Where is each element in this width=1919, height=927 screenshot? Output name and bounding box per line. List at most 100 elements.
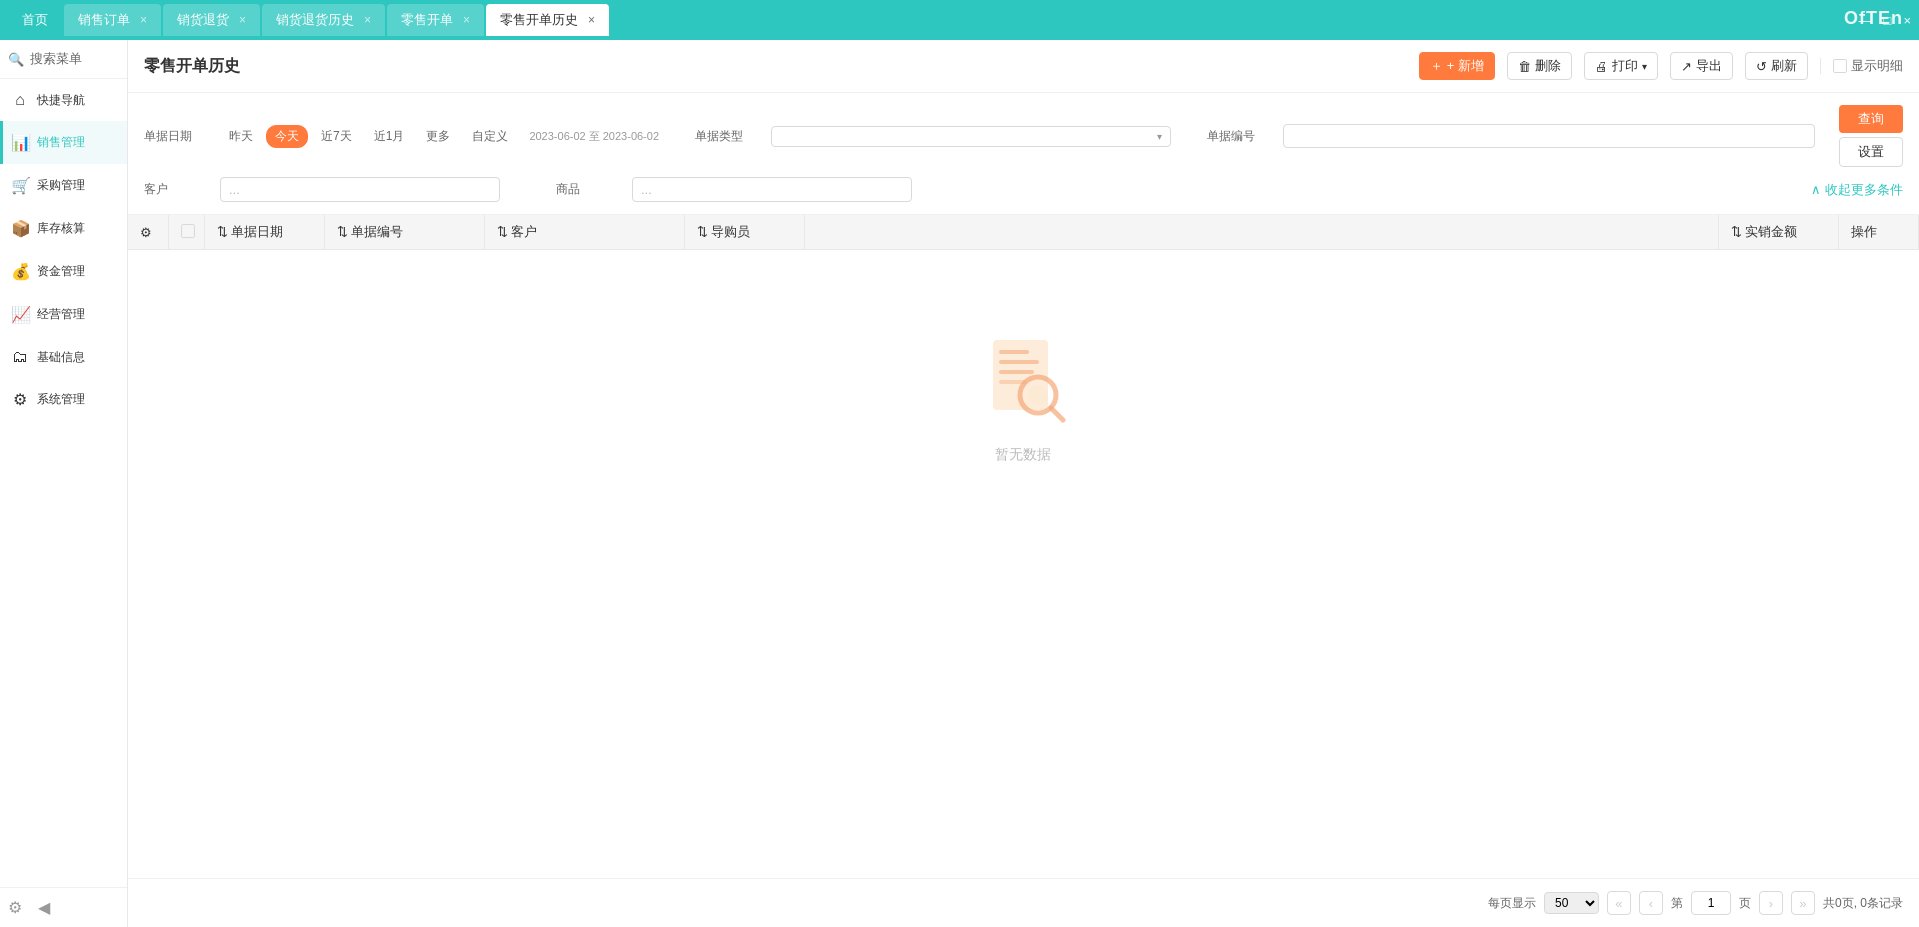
goods-label: 商品 [556, 181, 616, 198]
close-btn[interactable]: × [1903, 13, 1911, 28]
date-btn-custom[interactable]: 自定义 [463, 125, 517, 148]
tab-sales-return-label: 销货退货 [177, 11, 229, 29]
add-button[interactable]: ＋ + 新增 [1419, 52, 1495, 80]
table-header: ⚙ ⇅ 单据日期 ⇅ 单据编号 [128, 215, 1919, 250]
next-page-btn[interactable]: › [1759, 891, 1783, 915]
svg-rect-3 [999, 370, 1034, 374]
sidebar-item-quick-nav[interactable]: ⌂ 快捷导航 [0, 79, 127, 121]
export-icon: ↗ [1681, 59, 1692, 74]
collapse-icon: ∧ [1811, 182, 1821, 197]
page-title: 零售开单历史 [144, 56, 240, 77]
tab-sales-order-close[interactable]: × [140, 13, 147, 27]
data-table: ⚙ ⇅ 单据日期 ⇅ 单据编号 [128, 215, 1919, 544]
col-num-label: 单据编号 [351, 224, 403, 239]
date-btn-1month[interactable]: 近1月 [365, 125, 414, 148]
sidebar-item-purchase-mgmt[interactable]: 🛒 采购管理 [0, 164, 127, 207]
empty-state-icon [973, 330, 1073, 430]
col-customer-label: 客户 [511, 224, 537, 239]
sidebar-settings-icon[interactable]: ⚙ [8, 898, 22, 917]
tab-retail-open[interactable]: 零售开单 × [387, 4, 484, 36]
sidebar-item-operation-mgmt[interactable]: 📈 经营管理 [0, 293, 127, 336]
tab-sales-return-history-close[interactable]: × [364, 13, 371, 27]
sales-mgmt-icon: 📊 [11, 133, 29, 152]
tab-sales-return[interactable]: 销货退货 × [163, 4, 260, 36]
sidebar-item-basic-info-label: 基础信息 [37, 349, 85, 366]
goods-select[interactable]: ... [632, 177, 912, 202]
date-btn-today[interactable]: 今天 [266, 125, 308, 148]
refresh-button[interactable]: ↺ 刷新 [1745, 52, 1808, 80]
tab-retail-open-close[interactable]: × [463, 13, 470, 27]
display-detail-checkbox[interactable] [1833, 59, 1847, 73]
sort-icon-date[interactable]: ⇅ [217, 224, 228, 239]
export-button[interactable]: ↗ 导出 [1670, 52, 1733, 80]
export-label: 导出 [1696, 57, 1722, 75]
refresh-icon: ↺ [1756, 59, 1767, 74]
last-page-btn[interactable]: » [1791, 891, 1815, 915]
collapse-btn[interactable]: ∧ 收起更多条件 [1811, 181, 1903, 199]
sort-icon-amount[interactable]: ⇅ [1731, 224, 1742, 239]
delete-label: 删除 [1535, 57, 1561, 75]
prev-page-icon: ‹ [1649, 896, 1653, 911]
sort-icon-num[interactable]: ⇅ [337, 224, 348, 239]
print-button[interactable]: 🖨 打印 ▾ [1584, 52, 1658, 80]
tab-sales-order-label: 销售订单 [78, 11, 130, 29]
query-button[interactable]: 查询 [1839, 105, 1903, 133]
delete-button[interactable]: 🗑 删除 [1507, 52, 1572, 80]
tab-sales-return-history-label: 销货退货历史 [276, 11, 354, 29]
sidebar-search-label: 搜索菜单 [30, 50, 82, 68]
sidebar-item-finance-mgmt[interactable]: 💰 资金管理 [0, 250, 127, 293]
sort-icon-guide[interactable]: ⇅ [697, 224, 708, 239]
date-btn-more[interactable]: 更多 [417, 125, 459, 148]
sidebar-search[interactable]: 🔍 搜索菜单 [0, 40, 127, 79]
quick-nav-icon: ⌂ [11, 91, 29, 109]
prev-page-btn[interactable]: ‹ [1639, 891, 1663, 915]
select-all-checkbox[interactable] [181, 224, 195, 238]
first-page-btn[interactable]: « [1607, 891, 1631, 915]
sort-icon-customer[interactable]: ⇅ [497, 224, 508, 239]
add-label: + 新增 [1447, 57, 1484, 75]
empty-text: 暂无数据 [995, 446, 1051, 464]
sidebar-item-basic-info[interactable]: 🗂 基础信息 [0, 336, 127, 378]
print-icon: 🖨 [1595, 59, 1608, 74]
col-checkbox[interactable] [168, 215, 204, 250]
sidebar-item-quick-nav-label: 快捷导航 [37, 92, 85, 109]
tab-home-label: 首页 [22, 11, 48, 29]
tab-retail-open-history-close[interactable]: × [588, 13, 595, 27]
tab-sales-order[interactable]: 销售订单 × [64, 4, 161, 36]
date-btn-yesterday[interactable]: 昨天 [220, 125, 262, 148]
sidebar-item-sales-mgmt[interactable]: 📊 销售管理 [0, 121, 127, 164]
settings-icon[interactable]: ⚙ [140, 225, 152, 240]
tab-sales-return-close[interactable]: × [239, 13, 246, 27]
sidebar-collapse-icon[interactable]: ◀ [38, 898, 50, 917]
col-num: ⇅ 单据编号 [324, 215, 484, 250]
tab-sales-return-history[interactable]: 销货退货历史 × [262, 4, 385, 36]
date-btns: 昨天 今天 近7天 近1月 更多 自定义 2023-06-02 至 2023-0… [220, 125, 659, 148]
maximize-btn[interactable]: □ [1884, 13, 1892, 28]
col-guide: ⇅ 导购员 [684, 215, 804, 250]
sidebar-item-system-mgmt[interactable]: ⚙ 系统管理 [0, 378, 127, 421]
per-page-select[interactable]: 50 10 20 100 [1544, 892, 1599, 914]
tab-retail-open-label: 零售开单 [401, 11, 453, 29]
empty-state-row: 暂无数据 [128, 250, 1919, 545]
tab-home[interactable]: 首页 [8, 4, 62, 36]
sidebar-item-system-mgmt-label: 系统管理 [37, 391, 85, 408]
col-middle [804, 215, 1719, 250]
tab-bar: 首页 销售订单 × 销货退货 × 销货退货历史 × 零售开单 × 零售开单历史 … [0, 0, 1919, 40]
minimize-btn[interactable]: — [1859, 13, 1872, 28]
col-date: ⇅ 单据日期 [204, 215, 324, 250]
finance-mgmt-icon: 💰 [11, 262, 29, 281]
customer-select[interactable]: ... [220, 177, 500, 202]
page-input[interactable] [1691, 891, 1731, 915]
doc-type-arrow-icon: ▾ [1157, 131, 1162, 142]
doc-type-select[interactable]: ▾ [771, 126, 1171, 147]
sidebar-item-inventory[interactable]: 📦 库存核算 [0, 207, 127, 250]
tab-retail-open-history[interactable]: 零售开单历史 × [486, 4, 609, 36]
page-word: 页 [1739, 895, 1751, 912]
window-controls: — □ × [1859, 13, 1911, 28]
date-btn-7days[interactable]: 近7天 [312, 125, 361, 148]
sidebar-bottom: ⚙ ◀ [0, 887, 127, 927]
settings-button[interactable]: 设置 [1839, 137, 1903, 167]
doc-num-input[interactable] [1283, 124, 1815, 148]
display-detail-toggle[interactable]: 显示明细 [1833, 57, 1903, 75]
col-settings[interactable]: ⚙ [128, 215, 168, 250]
